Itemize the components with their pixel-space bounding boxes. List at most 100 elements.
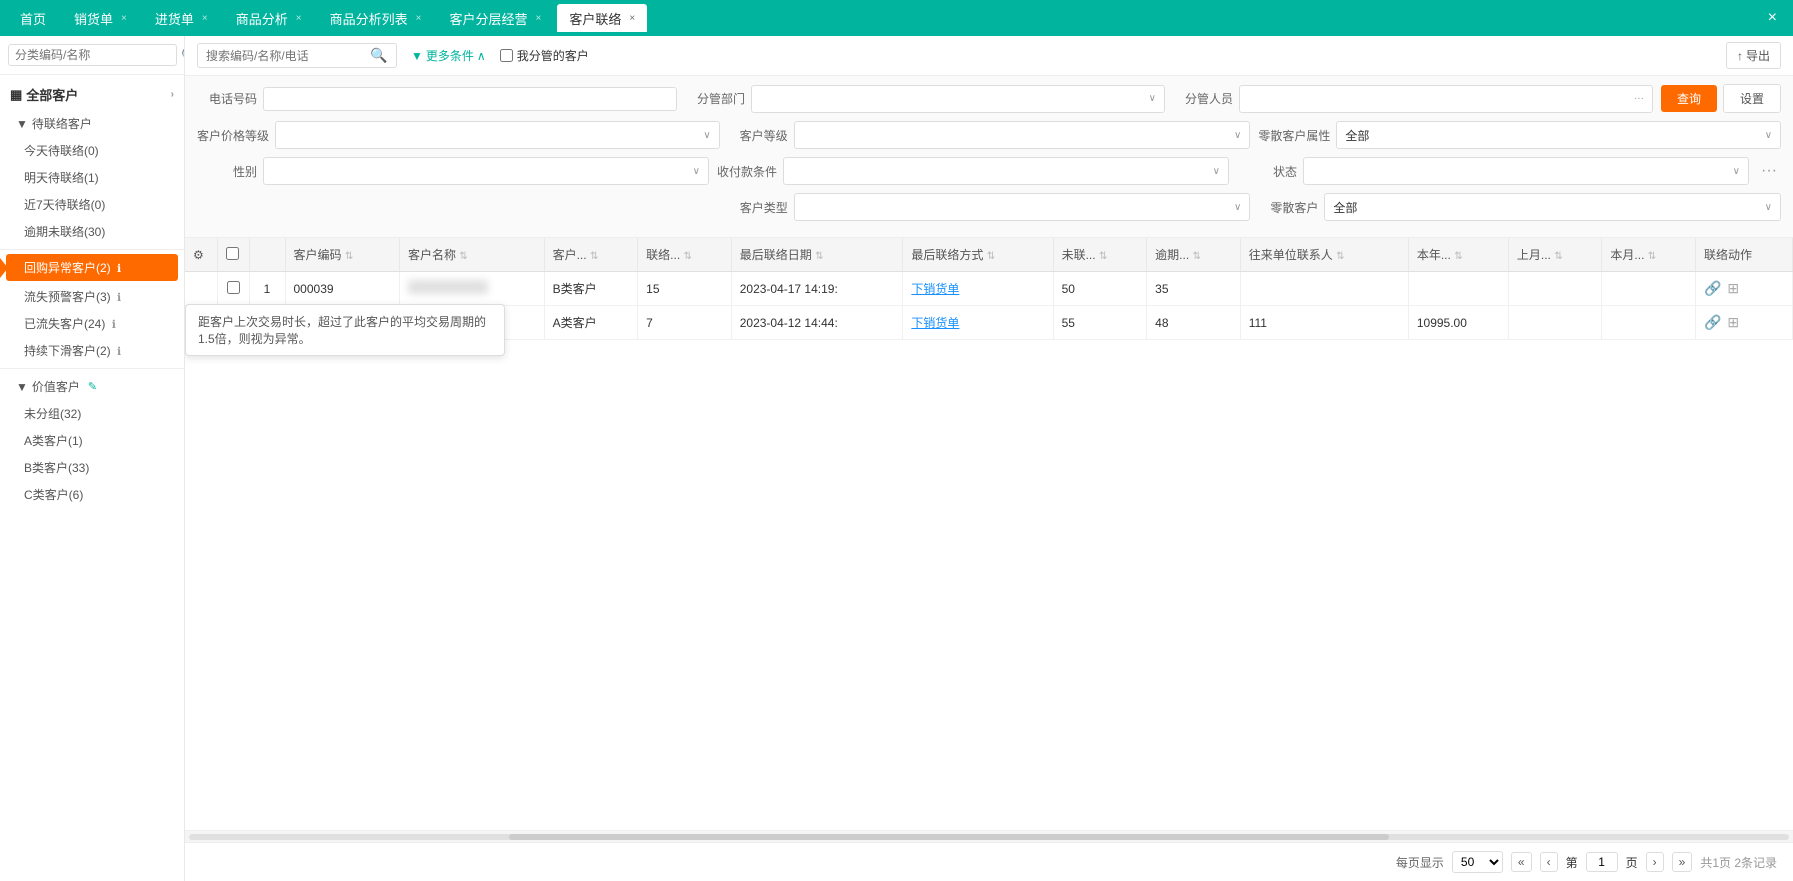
col-unit-contact-header[interactable]: 往来单位联系人 ⇅: [1240, 238, 1408, 272]
nav-tab-客户分层经营[interactable]: 客户分层经营×: [437, 4, 553, 32]
action-qr-icon-0[interactable]: ⊞: [1727, 280, 1739, 297]
payment-select[interactable]: ∨: [783, 157, 1229, 185]
all-customers-title[interactable]: ▦ 全部客户 ›: [0, 79, 184, 110]
my-customers-checkbox[interactable]: [500, 49, 513, 62]
main-search-input[interactable]: [206, 49, 366, 63]
sort-icon-unread: ⇅: [1099, 251, 1107, 262]
price-level-select[interactable]: ∨: [275, 121, 720, 149]
tab-close-icon[interactable]: ×: [296, 13, 302, 24]
sidebar-item-ungrouped[interactable]: 未分组(32): [0, 400, 184, 427]
tab-close-icon[interactable]: ×: [416, 13, 422, 24]
horizontal-scrollbar[interactable]: [185, 830, 1793, 842]
search-icon[interactable]: 🔍: [370, 47, 387, 64]
more-conditions-button[interactable]: ▼ 更多条件 ∧: [407, 47, 490, 64]
row-num-0: 1: [249, 272, 285, 306]
retail-attr-select[interactable]: 全部 ∨: [1336, 121, 1781, 149]
sidebar-item-overdue[interactable]: 逾期未联络(30): [0, 218, 184, 245]
tab-close-icon[interactable]: ×: [535, 13, 541, 24]
nav-tab-销货单[interactable]: 销货单×: [62, 4, 139, 32]
col-code-header[interactable]: 客户编码 ⇅: [285, 238, 399, 272]
nav-tab-商品分析[interactable]: 商品分析×: [224, 4, 314, 32]
sort-icon-last-month: ⇅: [1554, 251, 1562, 262]
status-select[interactable]: ∨: [1303, 157, 1749, 185]
col-num-header: [249, 238, 285, 272]
query-button[interactable]: 查询: [1661, 85, 1717, 112]
col-check-header[interactable]: [217, 238, 249, 272]
customer-type-select[interactable]: ∨: [794, 193, 1251, 221]
col-contact-header[interactable]: 联络... ⇅: [638, 238, 732, 272]
sidebar-item-tomorrow[interactable]: 明天待联络(1): [0, 164, 184, 191]
filter-price-level: 客户价格等级 ∨: [197, 121, 720, 149]
action-link-icon-0[interactable]: 🔗: [1704, 280, 1721, 297]
col-this-month-header[interactable]: 本月... ⇅: [1602, 238, 1696, 272]
tab-close-icon[interactable]: ×: [202, 13, 208, 24]
grid-icon: ▦: [10, 87, 22, 103]
sidebar-item-7days[interactable]: 近7天待联络(0): [0, 191, 184, 218]
row-method-1[interactable]: 下销货单: [903, 306, 1053, 340]
col-last-month-header[interactable]: 上月... ⇅: [1508, 238, 1602, 272]
row-code-0: 000039: [285, 272, 399, 306]
scroll-thumb[interactable]: [509, 834, 1389, 840]
gender-select[interactable]: ∨: [263, 157, 709, 185]
arrow-icon: ▼: [16, 117, 28, 131]
my-customers-checkbox-label[interactable]: 我分管的客户: [500, 47, 589, 64]
nav-tab-商品分析列表[interactable]: 商品分析列表×: [318, 4, 434, 32]
sidebar-group-value[interactable]: ▼ 价值客户 ✎: [0, 373, 184, 400]
page-number-input[interactable]: [1586, 852, 1618, 872]
edit-icon[interactable]: ✎: [88, 380, 97, 393]
col-setting-header[interactable]: ⚙: [185, 238, 217, 272]
sidebar-item-class-b[interactable]: B类客户(33): [0, 454, 184, 481]
retail-customer-select[interactable]: 全部 ∨: [1324, 193, 1781, 221]
sidebar-group-pending[interactable]: ▼ 待联络客户: [0, 110, 184, 137]
prev-page-button[interactable]: ‹: [1540, 852, 1558, 872]
settings-button[interactable]: 设置: [1723, 84, 1781, 113]
col-date-header[interactable]: 最后联络日期 ⇅: [731, 238, 903, 272]
col-overdue-header[interactable]: 逾期... ⇅: [1147, 238, 1241, 272]
dept-select[interactable]: ∨: [751, 85, 1165, 113]
sidebar-item-churn-warning[interactable]: 流失预警客户(3) ℹ: [0, 283, 184, 310]
row-method-link-0[interactable]: 下销货单: [911, 282, 959, 296]
more-options-dots[interactable]: ···: [1757, 162, 1781, 180]
sidebar-collapse-icon[interactable]: ›: [171, 89, 174, 100]
col-method-header[interactable]: 最后联络方式 ⇅: [903, 238, 1053, 272]
first-page-button[interactable]: «: [1511, 852, 1532, 872]
per-page-select[interactable]: 50 100 200: [1452, 851, 1503, 873]
nav-tab-进货单[interactable]: 进货单×: [143, 4, 220, 32]
nav-tab-首页[interactable]: 首页: [8, 4, 58, 32]
customer-level-select[interactable]: ∨: [794, 121, 1251, 149]
phone-input[interactable]: [263, 87, 677, 111]
nav-tab-客户联络[interactable]: 客户联络×: [557, 4, 647, 32]
action-qr-icon-1[interactable]: ⊞: [1727, 314, 1739, 331]
sidebar-item-repurchase-anomaly[interactable]: 回购异常客户(2) ℹ: [6, 254, 178, 281]
col-this-year-header[interactable]: 本年... ⇅: [1408, 238, 1508, 272]
window-close-button[interactable]: ×: [1760, 9, 1785, 27]
retail-customer-label: 零散客户: [1258, 199, 1318, 216]
action-link-icon-1[interactable]: 🔗: [1704, 314, 1721, 331]
last-page-button[interactable]: »: [1672, 852, 1693, 872]
col-unread-header[interactable]: 未联... ⇅: [1053, 238, 1147, 272]
tab-close-icon[interactable]: ×: [629, 13, 635, 24]
sidebar-item-class-c[interactable]: C类客户(6): [0, 481, 184, 508]
col-name-header[interactable]: 客户名称 ⇅: [399, 238, 544, 272]
export-button[interactable]: ↑ 导出: [1726, 42, 1781, 69]
sidebar-search-input[interactable]: [8, 44, 177, 66]
person-select[interactable]: ···: [1239, 85, 1653, 113]
tab-close-icon[interactable]: ×: [121, 13, 127, 24]
export-icon: ↑: [1737, 49, 1743, 63]
sidebar-item-churned[interactable]: 已流失客户(24) ℹ: [0, 310, 184, 337]
gender-label: 性别: [197, 163, 257, 180]
col-level-header[interactable]: 客户... ⇅: [544, 238, 638, 272]
row-check-0[interactable]: [217, 272, 249, 306]
phone-label: 电话号码: [197, 90, 257, 107]
sidebar-item-today[interactable]: 今天待联络(0): [0, 137, 184, 164]
next-page-button[interactable]: ›: [1646, 852, 1664, 872]
row-method-link-1[interactable]: 下销货单: [911, 316, 959, 330]
sidebar-item-declining[interactable]: 持续下滑客户(2) ℹ: [0, 337, 184, 364]
row-unread-1: 55: [1053, 306, 1147, 340]
row-checkbox-0[interactable]: [227, 281, 240, 294]
sidebar-item-class-a[interactable]: A类客户(1): [0, 427, 184, 454]
scroll-track[interactable]: [189, 834, 1789, 840]
filter-dept: 分管部门 ∨: [685, 85, 1165, 113]
select-all-checkbox[interactable]: [226, 247, 239, 260]
row-method-0[interactable]: 下销货单: [903, 272, 1053, 306]
